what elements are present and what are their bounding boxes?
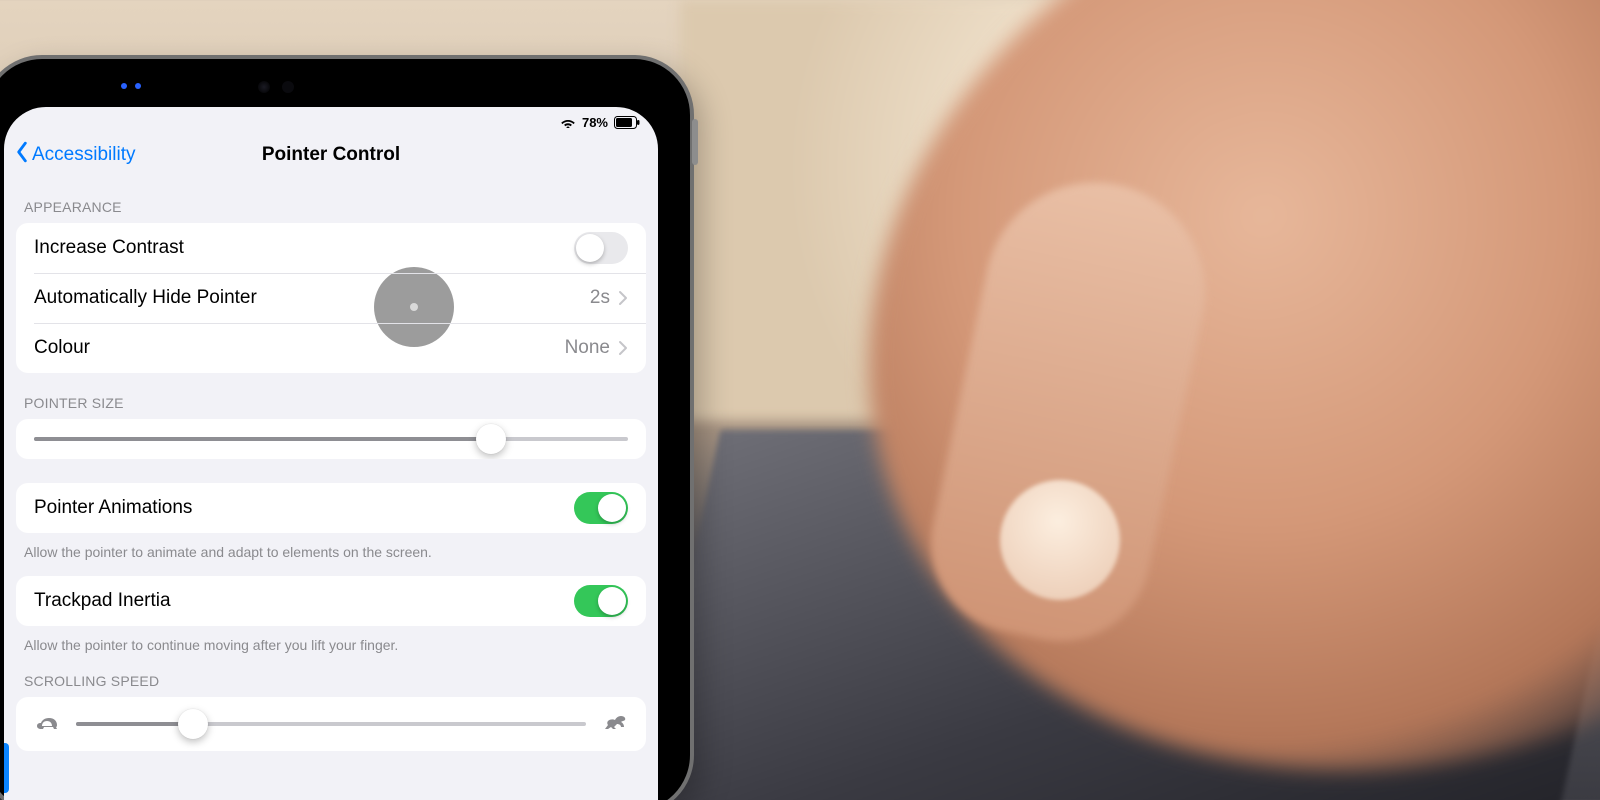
row-colour[interactable]: Colour None — [16, 323, 646, 373]
trackpad-inertia-group: Trackpad Inertia — [16, 576, 646, 626]
section-header-appearance: APPEARANCE — [4, 177, 658, 223]
toggle-trackpad-inertia[interactable] — [574, 585, 628, 617]
page-title: Pointer Control — [262, 144, 400, 166]
row-label: Trackpad Inertia — [34, 590, 574, 612]
section-header-pointer-size: POINTER SIZE — [4, 373, 658, 419]
wifi-icon — [560, 116, 576, 128]
appearance-group: Increase Contrast Automatically Hide Poi… — [16, 223, 646, 373]
slider-pointer-size[interactable] — [34, 437, 628, 441]
row-label: Pointer Animations — [34, 497, 574, 519]
screen: 78% Accessibility Pointer Control APPEAR… — [4, 107, 658, 800]
row-value: 2s — [590, 287, 610, 309]
status-bar: 78% — [4, 111, 658, 133]
pointer-size-group — [16, 419, 646, 459]
smart-connector-dots — [121, 83, 141, 89]
row-label: Colour — [34, 337, 565, 359]
chevron-right-icon — [618, 340, 628, 356]
battery-icon — [614, 116, 640, 129]
toggle-increase-contrast[interactable] — [574, 232, 628, 264]
section-header-scrolling-speed: SCROLLING SPEED — [4, 659, 658, 697]
back-label: Accessibility — [32, 144, 135, 166]
row-pointer-animations[interactable]: Pointer Animations — [16, 483, 646, 533]
tortoise-icon — [34, 715, 62, 733]
pointer-animations-group: Pointer Animations — [16, 483, 646, 533]
row-label: Increase Contrast — [34, 237, 574, 259]
front-camera — [258, 81, 270, 93]
scrolling-speed-group — [16, 697, 646, 751]
scroll-indicator — [4, 743, 9, 793]
ipad-device-frame: 78% Accessibility Pointer Control APPEAR… — [0, 55, 694, 800]
footer-note-trackpad-inertia: Allow the pointer to continue moving aft… — [4, 626, 658, 659]
row-auto-hide-pointer[interactable]: Automatically Hide Pointer 2s — [16, 273, 646, 323]
hare-icon — [600, 715, 628, 733]
row-label: Automatically Hide Pointer — [34, 287, 590, 309]
toggle-pointer-animations[interactable] — [574, 492, 628, 524]
nav-bar: Accessibility Pointer Control — [4, 133, 658, 177]
back-button[interactable]: Accessibility — [14, 141, 135, 169]
chevron-right-icon — [618, 290, 628, 306]
row-value: None — [565, 337, 610, 359]
battery-percent: 78% — [582, 115, 608, 130]
slider-scrolling-speed[interactable] — [76, 722, 586, 726]
chevron-left-icon — [14, 141, 30, 169]
row-increase-contrast[interactable]: Increase Contrast — [16, 223, 646, 273]
footer-note-pointer-animations: Allow the pointer to animate and adapt t… — [4, 533, 658, 566]
row-trackpad-inertia[interactable]: Trackpad Inertia — [16, 576, 646, 626]
